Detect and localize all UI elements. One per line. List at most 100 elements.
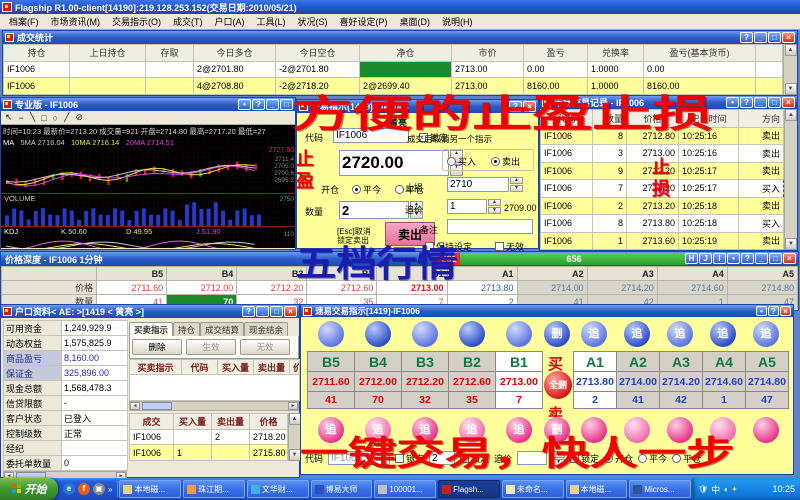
help-icon[interactable]: ? — [252, 99, 265, 110]
tab-orders[interactable]: 买卖指示 — [129, 322, 174, 336]
volume-icon[interactable]: ◖ — [723, 485, 728, 494]
maximize-icon[interactable]: □ — [768, 32, 781, 43]
task-button[interactable]: Micros... — [629, 480, 692, 498]
chase-input[interactable]: 1 — [447, 199, 487, 214]
menu-file[interactable]: 档案(F) — [4, 14, 44, 29]
language-icon[interactable]: 中 — [711, 483, 720, 496]
chase-buy-button[interactable]: 追 — [753, 321, 779, 347]
table-row[interactable]: IF1006 2 2718.20 — [129, 428, 288, 446]
task-button[interactable]: 博易大师 — [310, 480, 373, 498]
close-today-radio[interactable]: 平今 — [352, 183, 381, 196]
delete-buy-button[interactable]: 删 — [544, 321, 570, 347]
ask-sell-button[interactable] — [753, 417, 779, 443]
minimize-icon[interactable]: _ — [754, 32, 767, 43]
pin-icon[interactable]: • — [238, 99, 251, 110]
show-desktop-icon[interactable]: ▣ — [93, 483, 105, 495]
chase-sell-button[interactable]: 追 — [459, 417, 485, 443]
lock-checkbox[interactable]: 锁定 — [570, 452, 599, 465]
close-icon[interactable]: × — [780, 306, 791, 316]
task-button[interactable]: 珠江期... — [183, 480, 245, 498]
chase-sell-button[interactable]: 追 — [365, 417, 391, 443]
help-icon[interactable]: ? — [509, 101, 522, 112]
close-today-radio[interactable]: 平今 — [638, 452, 667, 465]
task-button[interactable]: 本地磁... — [565, 480, 628, 498]
table-row[interactable]: IF1006 2 2713.20 10:25:18 卖出 — [540, 196, 784, 215]
minimize-icon[interactable]: _ — [755, 253, 768, 264]
ask-sell-button[interactable] — [624, 417, 650, 443]
table-row[interactable]: IF1006 8 2712.80 10:25:16 卖出 — [540, 126, 784, 145]
table-row[interactable]: IF1006 3 2713.00 10:25:16 卖出 — [540, 144, 784, 163]
task-button[interactable]: 未命名... — [501, 480, 564, 498]
task-button[interactable]: 100001... — [374, 480, 437, 498]
remark-input[interactable] — [447, 219, 533, 234]
maximize-icon[interactable]: □ — [769, 253, 782, 264]
task-button-active[interactable]: Flagsh... — [438, 480, 500, 498]
j-button[interactable]: J — [699, 253, 712, 264]
scrollbar[interactable]: ▲ ▼ — [288, 413, 301, 461]
task-button[interactable]: 本地磁... — [119, 480, 182, 498]
ask-qty-row[interactable]: 2 41 42 1 47 — [573, 391, 789, 409]
tab-settlement[interactable]: 成交结算 — [200, 322, 245, 336]
attach-tool-icon[interactable]: ⊘ — [76, 112, 84, 123]
close-icon[interactable]: × — [284, 306, 297, 317]
bid-buy-button[interactable] — [459, 321, 485, 347]
scrollbar[interactable]: ◄ ► — [129, 401, 299, 411]
h-button[interactable]: H — [685, 253, 698, 264]
table-row[interactable]: IF1006 7 2713.20 10:25:17 买入 — [540, 179, 784, 198]
bid-price-row[interactable]: 2711.60 2712.00 2712.20 2712.60 2713.00 — [307, 371, 543, 392]
menu-tools[interactable]: 工具(L) — [252, 14, 291, 29]
chevron-icon[interactable]: » — [108, 485, 112, 494]
tab-cash[interactable]: 现金结余 — [244, 322, 289, 336]
firefox-icon[interactable]: f — [78, 483, 90, 495]
activate-button[interactable]: 生效 — [186, 339, 236, 355]
rect-tool-icon[interactable]: □ — [41, 113, 46, 123]
buy-radio[interactable]: 买入 — [447, 155, 476, 168]
deactivate-button[interactable]: 无效 — [240, 339, 290, 355]
help-icon[interactable]: ? — [242, 306, 255, 317]
close-pos-radio[interactable]: 平仓 — [672, 452, 701, 465]
ask-sell-button[interactable] — [667, 417, 693, 443]
pin-icon[interactable]: • — [726, 97, 739, 108]
depth-price-row[interactable]: 价格 2711.60 2712.00 2712.20 2712.60 2713.00 2… — [0, 280, 799, 295]
close-icon[interactable]: × — [783, 253, 796, 264]
ask-sell-button[interactable] — [710, 417, 736, 443]
menu-desktop[interactable]: 桌面(D) — [395, 14, 436, 29]
quick-code-input[interactable]: IF1006 — [328, 451, 391, 465]
minimize-icon[interactable]: _ — [266, 99, 279, 110]
cursor-tool-icon[interactable]: ↖ — [5, 112, 13, 123]
chase-buy-button[interactable]: 追 — [667, 321, 693, 347]
trendline-tool-icon[interactable]: ╲ — [30, 112, 35, 123]
minimize-icon[interactable]: _ — [754, 97, 767, 108]
help-icon[interactable]: ? — [741, 253, 754, 264]
bid-buy-button[interactable] — [318, 321, 344, 347]
close-icon[interactable]: × — [523, 101, 536, 112]
ask-sell-button[interactable] — [581, 417, 607, 443]
chase-sell-button[interactable]: 追 — [318, 417, 344, 443]
table-row[interactable]: IF1006 4@2708.80 -2@2718.20 2@2699.40 2713.0… — [3, 77, 783, 95]
bid-buy-button[interactable] — [365, 321, 391, 347]
maximize-icon[interactable]: □ — [280, 99, 293, 110]
antivirus-icon[interactable]: 🛡 — [698, 485, 708, 494]
menu-preferences[interactable]: 喜好设定(P) — [335, 14, 393, 29]
chase-sell-button[interactable]: 追 — [506, 417, 532, 443]
i-button[interactable]: I — [713, 253, 726, 264]
close-icon[interactable]: × — [782, 32, 795, 43]
lock-checkbox[interactable]: 锁定 — [395, 452, 424, 465]
scrollbar[interactable]: ▲ ▼ — [783, 44, 797, 95]
stop-spinner[interactable]: ▲ ▼ — [510, 177, 523, 192]
help-icon[interactable]: ? — [740, 97, 753, 108]
help-icon[interactable]: ? — [740, 32, 753, 43]
task-button[interactable]: 文华财... — [246, 480, 309, 498]
quick-chase-input[interactable] — [517, 451, 548, 465]
sell-radio[interactable]: 卖出 — [491, 155, 520, 168]
bid-buy-button[interactable] — [412, 321, 438, 347]
table-row[interactable]: IF1006 1 2713.60 10:25:19 卖出 — [540, 231, 784, 250]
cancel-all-button[interactable]: 全删 — [544, 371, 572, 399]
bid-qty-row[interactable]: 41 70 32 35 7 — [307, 391, 543, 409]
menu-account[interactable]: 户口(A) — [210, 14, 250, 29]
line-tool-icon[interactable]: ╱ — [64, 112, 69, 123]
tab-positions[interactable]: 持仓 — [173, 322, 201, 336]
menu-market-info[interactable]: 市场资讯(M) — [46, 14, 106, 29]
chase-spinner[interactable]: ▲ ▼ — [488, 199, 501, 214]
delete-sell-button[interactable]: 删 — [544, 417, 570, 443]
